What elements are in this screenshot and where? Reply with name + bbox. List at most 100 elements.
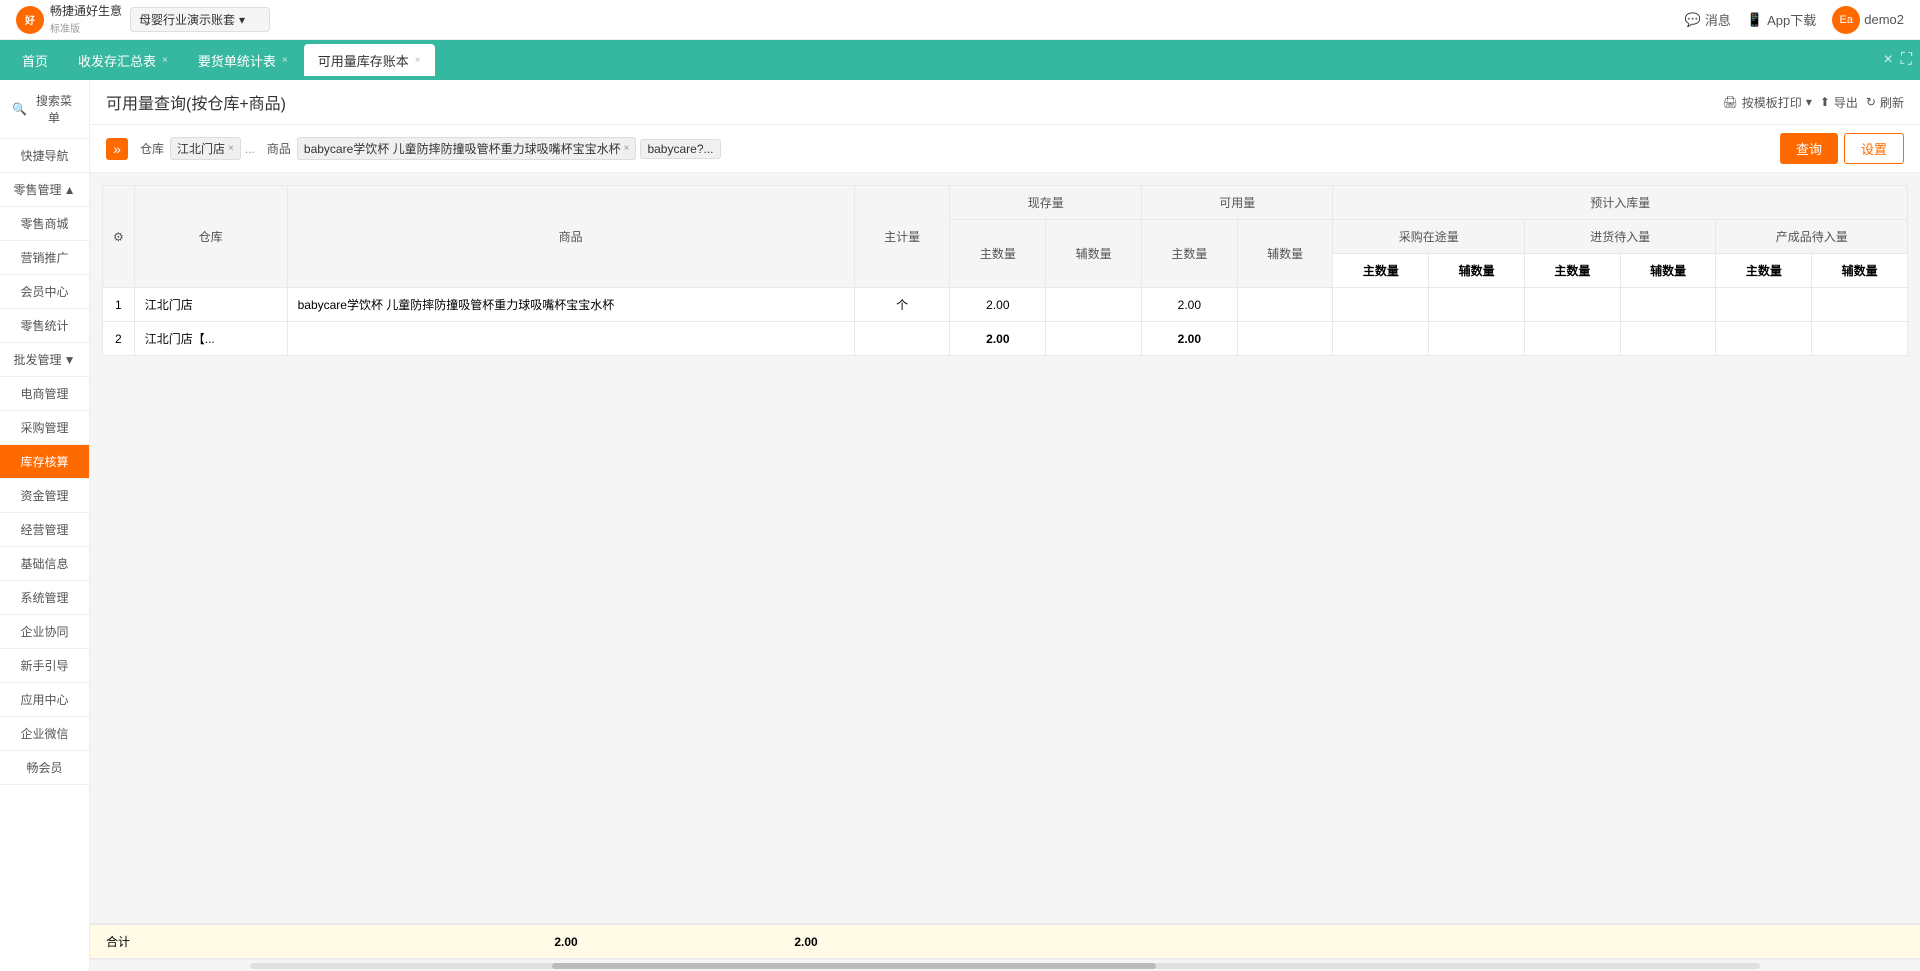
sidebar-item-corpwechat[interactable]: 企业微信 bbox=[0, 717, 89, 751]
sidebar-search: 🔍 搜索菜单 bbox=[0, 80, 89, 139]
refresh-label: 刷新 bbox=[1880, 94, 1904, 111]
sidebar-item-newuser[interactable]: 新手引导 bbox=[0, 649, 89, 683]
sidebar-vip-label: 畅会员 bbox=[26, 759, 62, 776]
sidebar-item-basic[interactable]: 基础信息 bbox=[0, 547, 89, 581]
product-tag-babycare[interactable]: babycare学饮杯 儿童防摔防撞吸管杯重力球吸嘴杯宝宝水杯 × bbox=[297, 137, 637, 160]
th-current-stock: 现存量 bbox=[950, 186, 1142, 220]
page-title: 可用量查询(按仓库+商品) bbox=[106, 90, 286, 114]
filter-actions: 查询 设置 bbox=[1780, 133, 1904, 164]
filter-expand-btn[interactable]: » bbox=[106, 138, 128, 160]
sidebar-item-system[interactable]: 系统管理 bbox=[0, 581, 89, 615]
sidebar-item-retail-stats[interactable]: 零售统计 bbox=[0, 309, 89, 343]
row1-available-main: 2.00 bbox=[1141, 288, 1237, 322]
tab-receipt-close[interactable]: × bbox=[162, 55, 168, 66]
th-available-qty: 可用量 bbox=[1141, 186, 1333, 220]
sidebar-item-marketing[interactable]: 营销推广 bbox=[0, 241, 89, 275]
sidebar-item-member[interactable]: 会员中心 bbox=[0, 275, 89, 309]
top-bar-left: 好 畅捷通好生意 标准版 母婴行业演示账套 ▾ bbox=[16, 4, 270, 35]
search-menu-label: 搜索菜单 bbox=[31, 92, 77, 126]
row2-available-main: 2.00 bbox=[1141, 322, 1237, 356]
app-download-label: App下载 bbox=[1767, 10, 1816, 29]
tab-order-label: 要货单统计表 bbox=[198, 51, 276, 70]
expand-btn[interactable]: ⛶ bbox=[1901, 51, 1912, 69]
sidebar-item-operation[interactable]: 经营管理 bbox=[0, 513, 89, 547]
search-menu-btn[interactable]: 🔍 搜索菜单 bbox=[8, 88, 81, 130]
tab-order-close[interactable]: × bbox=[282, 55, 288, 66]
refresh-btn[interactable]: ↻ 刷新 bbox=[1866, 94, 1904, 111]
sidebar-ecommerce-label: 电商管理 bbox=[20, 385, 68, 402]
row1-product-aux bbox=[1812, 288, 1908, 322]
sidebar-retail-stats-label: 零售统计 bbox=[20, 317, 68, 334]
refresh-icon: ↻ bbox=[1866, 95, 1876, 109]
row1-purchase-aux bbox=[1429, 288, 1525, 322]
sidebar-finance-label: 资金管理 bbox=[20, 487, 68, 504]
row2-unit bbox=[854, 322, 950, 356]
product-tag-babycare2[interactable]: babycare?... bbox=[640, 139, 720, 159]
row2-product-main bbox=[1716, 322, 1812, 356]
row2-available-aux bbox=[1237, 322, 1333, 356]
print-btn[interactable]: 🖨 按模板打印 ▾ bbox=[1723, 94, 1812, 111]
sidebar-item-vip[interactable]: 畅会员 bbox=[0, 751, 89, 785]
th-purchase-aux: 辅数量 bbox=[1429, 254, 1525, 288]
logo-icon: 好 bbox=[16, 6, 44, 34]
user-area[interactable]: Ea demo2 bbox=[1832, 6, 1904, 34]
tab-home-label: 首页 bbox=[22, 51, 48, 70]
tab-available[interactable]: 可用量库存账本 × bbox=[304, 44, 435, 76]
th-gear[interactable]: ⚙ bbox=[103, 186, 135, 288]
sidebar-item-retail-mall[interactable]: 零售商城 bbox=[0, 207, 89, 241]
sidebar-item-retail-mgmt[interactable]: 零售管理 ▲ bbox=[0, 173, 89, 207]
th-available-aux: 辅数量 bbox=[1237, 220, 1333, 288]
sidebar-item-inventory[interactable]: 库存核算 bbox=[0, 445, 89, 479]
product-filter-tags: babycare学饮杯 儿童防摔防撞吸管杯重力球吸嘴杯宝宝水杯 × babyca… bbox=[297, 137, 721, 160]
row2-purchase-aux bbox=[1429, 322, 1525, 356]
message-btn[interactable]: 💬 消息 bbox=[1685, 10, 1731, 29]
sidebar-inventory-label: 库存核算 bbox=[20, 453, 68, 470]
product-tag-remove[interactable]: × bbox=[624, 143, 630, 154]
footer-current-main: 2.00 bbox=[506, 935, 626, 949]
page-actions: 🖨 按模板打印 ▾ ⬆ 导出 ↻ 刷新 bbox=[1723, 94, 1904, 111]
sidebar-quicknav-label: 快捷导航 bbox=[20, 147, 68, 164]
warehouse-tag-jiangbei[interactable]: 江北门店 × bbox=[170, 137, 241, 160]
setting-btn[interactable]: 设置 bbox=[1844, 133, 1904, 164]
print-icon: 🖨 bbox=[1723, 95, 1738, 109]
bottom-scrollbar[interactable] bbox=[90, 959, 1920, 971]
table-container[interactable]: ⚙ 仓库 商品 主计量 现存量 可用量 预计入库量 主数量 辅数量 主数量 辅数… bbox=[90, 173, 1920, 923]
sidebar-operation-label: 经营管理 bbox=[20, 521, 68, 538]
row2-inbound-main bbox=[1524, 322, 1620, 356]
sidebar-retail-mgmt-label: 零售管理 bbox=[14, 181, 62, 198]
nav-tabs-bar: 首页 收发存汇总表 × 要货单统计表 × 可用量库存账本 × × ⛶ bbox=[0, 40, 1920, 80]
row1-current-main: 2.00 bbox=[950, 288, 1046, 322]
message-icon: 💬 bbox=[1685, 12, 1701, 28]
row2-current-aux bbox=[1046, 322, 1142, 356]
row2-inbound-aux bbox=[1620, 322, 1716, 356]
scrollbar-track bbox=[250, 963, 1760, 969]
org-selector[interactable]: 母婴行业演示账套 ▾ bbox=[130, 7, 270, 32]
th-inbound-aux: 辅数量 bbox=[1620, 254, 1716, 288]
tab-receipt[interactable]: 收发存汇总表 × bbox=[64, 44, 182, 76]
search-icon: 🔍 bbox=[12, 102, 27, 116]
query-btn[interactable]: 查询 bbox=[1780, 133, 1838, 164]
warehouse-tag-remove[interactable]: × bbox=[228, 143, 234, 154]
row2-product-aux bbox=[1812, 322, 1908, 356]
tab-order[interactable]: 要货单统计表 × bbox=[184, 44, 302, 76]
tab-home[interactable]: 首页 bbox=[8, 44, 62, 76]
sidebar-item-wholesale[interactable]: 批发管理 ▼ bbox=[0, 343, 89, 377]
th-product-aux: 辅数量 bbox=[1812, 254, 1908, 288]
export-btn[interactable]: ⬆ 导出 bbox=[1820, 94, 1858, 111]
row1-inbound-main bbox=[1524, 288, 1620, 322]
sidebar-item-quicknav[interactable]: 快捷导航 bbox=[0, 139, 89, 173]
main-layout: 🔍 搜索菜单 快捷导航 零售管理 ▲ 零售商城 营销推广 会员中心 零售统计 批… bbox=[0, 80, 1920, 971]
warehouse-more[interactable]: ... bbox=[245, 142, 255, 156]
sidebar-item-purchase[interactable]: 采购管理 bbox=[0, 411, 89, 445]
footer-available-main: 2.00 bbox=[746, 935, 866, 949]
sidebar-item-enterprise[interactable]: 企业协同 bbox=[0, 615, 89, 649]
sidebar-item-ecommerce[interactable]: 电商管理 bbox=[0, 377, 89, 411]
tab-available-close[interactable]: × bbox=[415, 55, 421, 66]
th-current-main: 主数量 bbox=[950, 220, 1046, 288]
sidebar-item-finance[interactable]: 资金管理 bbox=[0, 479, 89, 513]
close-all-btn[interactable]: × bbox=[1883, 51, 1892, 69]
sidebar-item-appcenter[interactable]: 应用中心 bbox=[0, 683, 89, 717]
app-download-btn[interactable]: 📱 App下载 bbox=[1747, 10, 1816, 29]
sidebar-retail-mall-label: 零售商城 bbox=[20, 215, 68, 232]
app-icon: 📱 bbox=[1747, 12, 1763, 28]
